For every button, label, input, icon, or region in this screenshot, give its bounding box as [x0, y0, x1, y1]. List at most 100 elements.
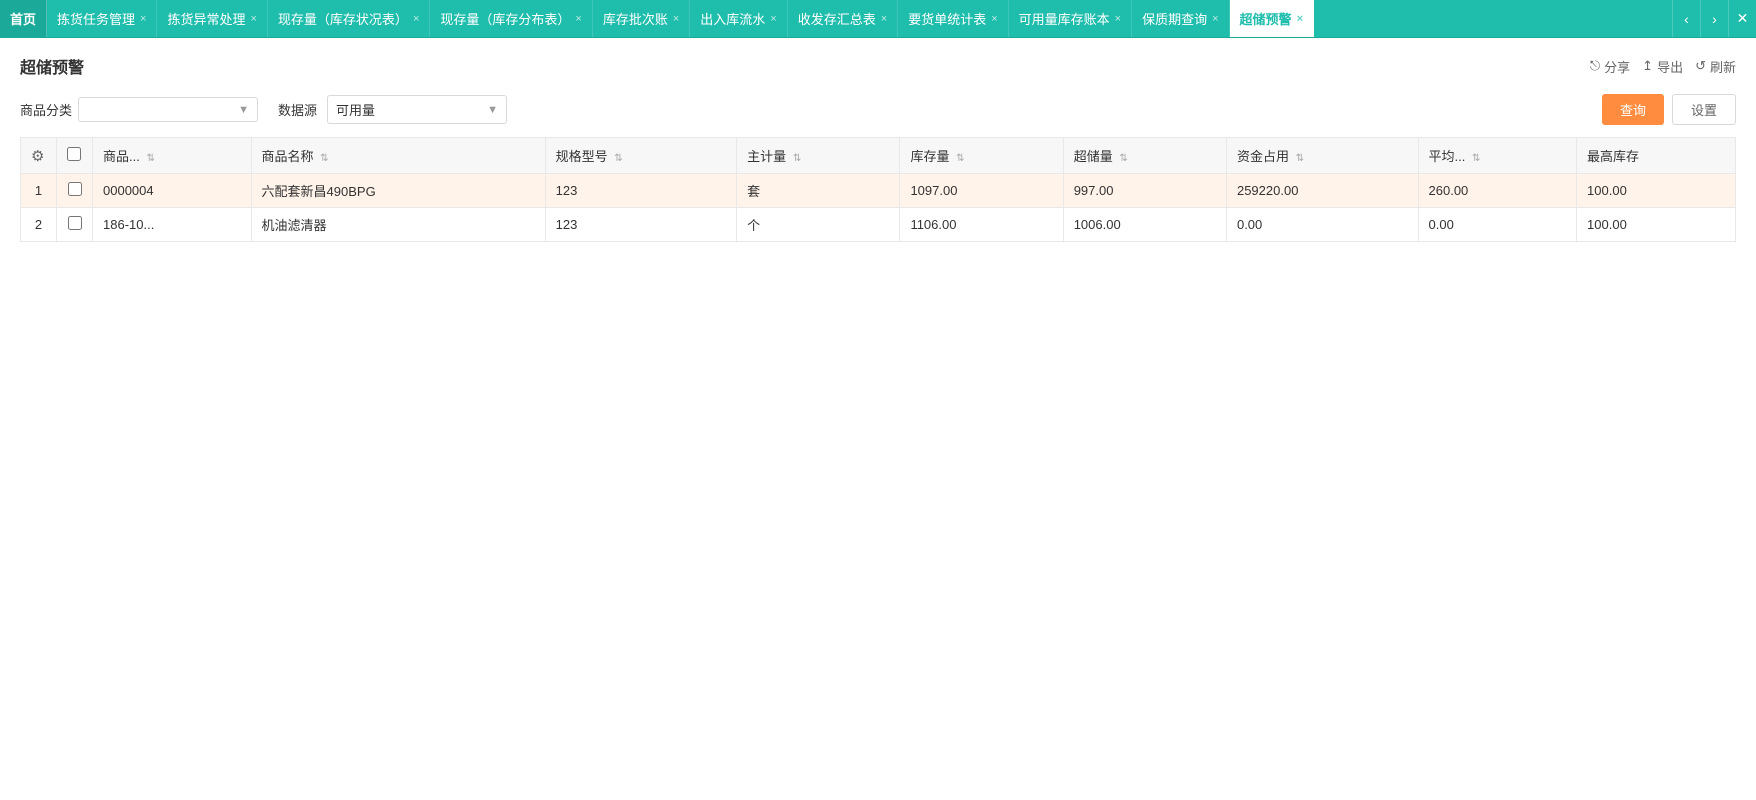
nav-tab-tab-5[interactable]: 库存批次账×	[593, 0, 690, 37]
tab-close-tab-4[interactable]: ×	[575, 13, 581, 25]
td-unit: 套	[737, 174, 900, 208]
nav-tab-tab-4[interactable]: 现存量（库存分布表） ×	[430, 0, 592, 37]
datasource-group: 数据源 可用量 ▼	[278, 95, 507, 124]
tab-label: 现存量（库存分布表）	[440, 9, 570, 28]
refresh-btn[interactable]: ↺ 刷新	[1695, 57, 1736, 76]
nav-prev-btn[interactable]: ‹	[1672, 0, 1700, 38]
td-capital: 0.00	[1226, 208, 1418, 242]
th-overstock-label: 超储量	[1074, 149, 1113, 164]
td-overstock: 1006.00	[1063, 208, 1226, 242]
tab-close-tab-10[interactable]: ×	[1212, 13, 1218, 25]
datasource-value: 可用量	[336, 100, 375, 119]
td-avg: 0.00	[1418, 208, 1577, 242]
datasource-select[interactable]: 可用量 ▼	[327, 95, 507, 124]
sort-icon-product-name: ⇅	[320, 153, 328, 164]
gear-icon[interactable]: ⚙	[31, 148, 44, 165]
share-btn[interactable]: ⎋ 分享	[1590, 57, 1630, 76]
nav-tab-tab-6[interactable]: 出入库流水 ×	[690, 0, 787, 37]
export-icon: ↥	[1642, 58, 1653, 74]
td-product-code: 186-10...	[93, 208, 252, 242]
export-label: 导出	[1657, 57, 1683, 76]
data-table: ⚙ 商品... ⇅ 商品名称 ⇅ 规格型号 ⇅ 主计量	[20, 137, 1736, 242]
td-capital: 259220.00	[1226, 174, 1418, 208]
product-category-select[interactable]: ▼	[78, 97, 258, 122]
tab-close-tab-2[interactable]: ×	[250, 13, 256, 25]
td-max-stock: 100.00	[1577, 208, 1736, 242]
td-checkbox[interactable]	[57, 208, 93, 242]
th-spec[interactable]: 规格型号 ⇅	[545, 138, 737, 174]
nav-tab-tab-1[interactable]: 拣货任务管理 ×	[47, 0, 157, 37]
filter-row: 商品分类 ▼ 数据源 可用量 ▼ 查询 设置	[20, 94, 1736, 125]
td-row-no: 2	[21, 208, 57, 242]
td-product-code: 0000004	[93, 174, 252, 208]
th-stock[interactable]: 库存量 ⇅	[900, 138, 1063, 174]
nav-tab-tab-8[interactable]: 要货单统计表 ×	[898, 0, 1008, 37]
th-unit-label: 主计量	[747, 149, 786, 164]
query-button[interactable]: 查询	[1602, 94, 1664, 125]
th-product-code-label: 商品...	[103, 149, 140, 164]
datasource-dropdown-icon: ▼	[487, 104, 498, 116]
nav-tab-tab-9[interactable]: 可用量库存账本×	[1009, 0, 1132, 37]
tab-close-tab-9[interactable]: ×	[1115, 13, 1121, 25]
sort-icon-unit: ⇅	[793, 153, 801, 164]
th-max-stock: 最高库存	[1577, 138, 1736, 174]
th-gear[interactable]: ⚙	[21, 138, 57, 174]
td-row-no: 1	[21, 174, 57, 208]
tab-close-tab-1[interactable]: ×	[140, 13, 146, 25]
th-capital[interactable]: 资金占用 ⇅	[1226, 138, 1418, 174]
tab-label: 拣货任务管理	[57, 9, 135, 28]
topbar: 首页 拣货任务管理×拣货异常处理×现存量（库存状况表）×现存量（库存分布表）×库…	[0, 0, 1756, 38]
tab-close-tab-7[interactable]: ×	[881, 13, 887, 25]
tab-label: 收发存汇总表	[798, 9, 876, 28]
nav-tab-tab-2[interactable]: 拣货异常处理×	[157, 0, 267, 37]
row-checkbox[interactable]	[68, 182, 82, 196]
tab-label: 要货单统计表	[908, 9, 986, 28]
tab-label: 现存量（库存状况表）	[278, 9, 408, 28]
th-stock-label: 库存量	[910, 149, 949, 164]
table-row[interactable]: 1 0000004 六配套新昌490BPG 123 套 1097.00 997.…	[21, 174, 1736, 208]
tab-close-tab-8[interactable]: ×	[991, 13, 997, 25]
settings-button[interactable]: 设置	[1672, 94, 1736, 125]
table-header-row: ⚙ 商品... ⇅ 商品名称 ⇅ 规格型号 ⇅ 主计量	[21, 138, 1736, 174]
th-product-code[interactable]: 商品... ⇅	[93, 138, 252, 174]
sort-icon-avg: ⇅	[1472, 153, 1480, 164]
th-checkbox[interactable]	[57, 138, 93, 174]
nav-tab-tab-3[interactable]: 现存量（库存状况表） ×	[268, 0, 430, 37]
td-checkbox[interactable]	[57, 174, 93, 208]
nav-tab-tab-7[interactable]: 收发存汇总表 ×	[788, 0, 898, 37]
header-actions: ⎋ 分享 ↥ 导出 ↺ 刷新	[1590, 57, 1736, 76]
tab-label: 保质期查询	[1142, 9, 1207, 28]
td-stock: 1097.00	[900, 174, 1063, 208]
nav-arrows: ‹ › ✕	[1672, 0, 1756, 38]
nav-tab-tab-11[interactable]: 超储预警×	[1230, 0, 1314, 37]
nav-home[interactable]: 首页	[0, 0, 47, 37]
select-all-checkbox[interactable]	[67, 147, 81, 161]
product-category-group: 商品分类 ▼	[20, 97, 258, 122]
th-overstock[interactable]: 超储量 ⇅	[1063, 138, 1226, 174]
nav-tab-tab-10[interactable]: 保质期查询 ×	[1132, 0, 1229, 37]
refresh-icon: ↺	[1695, 58, 1706, 74]
tab-close-tab-5[interactable]: ×	[673, 13, 679, 25]
product-category-label: 商品分类	[20, 100, 72, 119]
td-spec: 123	[545, 174, 737, 208]
th-product-name[interactable]: 商品名称 ⇅	[251, 138, 545, 174]
tab-close-tab-3[interactable]: ×	[413, 13, 419, 25]
tab-close-tab-11[interactable]: ×	[1297, 13, 1303, 25]
export-btn[interactable]: ↥ 导出	[1642, 57, 1683, 76]
page-title: 超储预警	[20, 54, 84, 78]
th-avg[interactable]: 平均... ⇅	[1418, 138, 1577, 174]
th-product-name-label: 商品名称	[262, 149, 314, 164]
sort-icon-overstock: ⇅	[1119, 153, 1127, 164]
td-unit: 个	[737, 208, 900, 242]
td-product-name: 机油滤清器	[251, 208, 545, 242]
nav-close-btn[interactable]: ✕	[1728, 0, 1756, 38]
tab-close-tab-6[interactable]: ×	[770, 13, 776, 25]
product-category-value	[87, 102, 91, 117]
th-capital-label: 资金占用	[1237, 149, 1289, 164]
sort-icon-stock: ⇅	[956, 153, 964, 164]
tab-label: 出入库流水	[700, 9, 765, 28]
th-unit[interactable]: 主计量 ⇅	[737, 138, 900, 174]
table-row[interactable]: 2 186-10... 机油滤清器 123 个 1106.00 1006.00 …	[21, 208, 1736, 242]
nav-next-btn[interactable]: ›	[1700, 0, 1728, 38]
row-checkbox[interactable]	[68, 216, 82, 230]
